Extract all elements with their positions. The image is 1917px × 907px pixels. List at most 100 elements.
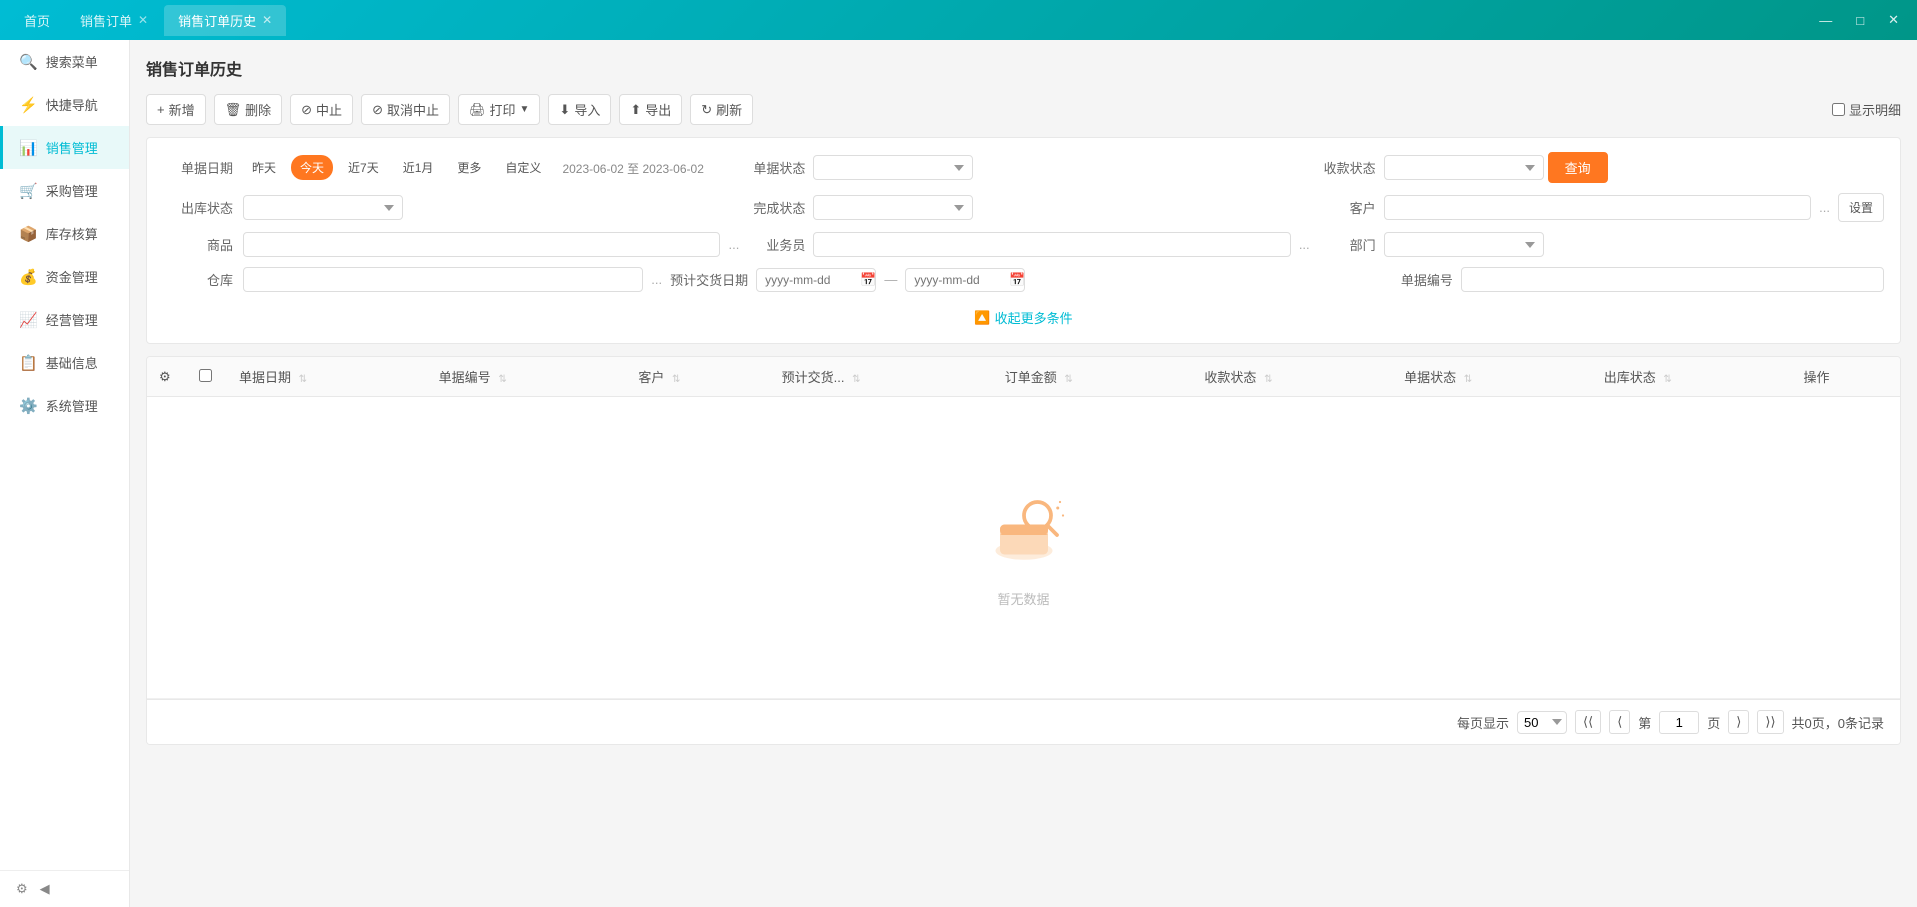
export-label: 导出 — [645, 100, 671, 119]
sidebar-item-label-sales-mgmt: 销售管理 — [46, 138, 98, 157]
calendar-icon-end[interactable]: 📅 — [1009, 272, 1025, 288]
product-dots[interactable]: ... — [724, 237, 743, 252]
collapse-label: 收起更多条件 — [995, 308, 1073, 327]
sidebar-collapse-icon[interactable]: ◀ — [40, 881, 50, 897]
date-btn-today[interactable]: 今天 — [291, 155, 333, 180]
prev-page-btn[interactable]: ⟨ — [1609, 710, 1630, 734]
col-order-status[interactable]: 单据状态 ⇅ — [1392, 357, 1592, 397]
last-page-btn[interactable]: ⟩⟩ — [1757, 710, 1783, 734]
sidebar-item-label-base-info: 基础信息 — [46, 353, 98, 372]
sidebar-item-search-menu[interactable]: 🔍 搜索菜单 — [0, 40, 129, 83]
col-amount[interactable]: 订单金额 ⇅ — [993, 357, 1193, 397]
date-btn-custom[interactable]: 自定义 — [496, 155, 550, 180]
sidebar-item-base-info[interactable]: 📋 基础信息 — [0, 341, 129, 384]
collapse-bar[interactable]: 🔼 收起更多条件 — [163, 302, 1884, 329]
delete-button[interactable]: 🗑 删除 — [214, 94, 283, 125]
sidebar-item-sales-mgmt[interactable]: 📊 销售管理 — [0, 126, 129, 169]
show-details-checkbox[interactable] — [1832, 103, 1845, 116]
filter-row-2: 出库状态 完成状态 客户 ... 设置 — [163, 193, 1884, 222]
import-label: 导入 — [574, 100, 600, 119]
col-date-label: 单据日期 — [239, 370, 291, 385]
query-button[interactable]: 查询 — [1548, 152, 1608, 183]
empty-cell: 暂无数据 — [147, 397, 1900, 699]
date-btn-more[interactable]: 更多 — [448, 155, 490, 180]
main-layout: 🔍 搜索菜单 ⚡ 快捷导航 📊 销售管理 🛒 采购管理 📦 库存核算 💰 资金管… — [0, 40, 1917, 907]
sidebar-item-quick-nav[interactable]: ⚡ 快捷导航 — [0, 83, 129, 126]
col-expected-delivery[interactable]: 预计交货... ⇅ — [770, 357, 993, 397]
new-button[interactable]: + 新增 — [146, 94, 206, 125]
print-button[interactable]: 🖨 打印 ▼ — [458, 94, 540, 125]
sidebar-item-inventory[interactable]: 📦 库存核算 — [0, 212, 129, 255]
tab-sales-order-label: 销售订单 — [80, 11, 132, 30]
stop-button[interactable]: ⊘ 中止 — [290, 94, 353, 125]
collapse-up-icon: 🔼 — [974, 310, 990, 326]
export-button[interactable]: ⬆ 导出 — [619, 94, 682, 125]
warehouse-group: ... — [243, 267, 666, 292]
first-page-btn[interactable]: ⟨⟨ — [1575, 710, 1601, 734]
page-size-select[interactable]: 50 10 20 100 — [1517, 711, 1567, 734]
salesperson-dots[interactable]: ... — [1295, 237, 1314, 252]
cancel-stop-button[interactable]: ⊘ 取消中止 — [361, 94, 450, 125]
refresh-button[interactable]: ↻ 刷新 — [690, 94, 753, 125]
current-page-input[interactable] — [1659, 711, 1699, 734]
col-amount-label: 订单金额 — [1005, 370, 1057, 385]
order-status-select[interactable] — [813, 155, 973, 180]
select-all-checkbox[interactable] — [199, 369, 212, 382]
sidebar-item-finance[interactable]: 💰 资金管理 — [0, 255, 129, 298]
order-number-input[interactable] — [1461, 267, 1884, 292]
col-customer[interactable]: 客户 ⇅ — [626, 357, 769, 397]
col-customer-label: 客户 — [638, 370, 664, 385]
import-button[interactable]: ⬇ 导入 — [548, 94, 611, 125]
window-max-btn[interactable]: □ — [1848, 9, 1872, 32]
sidebar-item-operations[interactable]: 📈 经营管理 — [0, 298, 129, 341]
payment-status-select[interactable] — [1384, 155, 1544, 180]
col-date[interactable]: 单据日期 ⇅ — [227, 357, 427, 397]
col-delivery-status[interactable]: 出库状态 ⇅ — [1592, 357, 1792, 397]
sidebar-item-sys-mgmt[interactable]: ⚙️ 系统管理 — [0, 384, 129, 427]
product-group: ... — [243, 232, 743, 257]
settings-button[interactable]: 设置 — [1838, 193, 1884, 222]
tab-home[interactable]: 首页 — [10, 5, 64, 36]
col-number[interactable]: 单据编号 ⇅ — [427, 357, 627, 397]
complete-status-select[interactable] — [813, 195, 973, 220]
date-btn-last1m[interactable]: 近1月 — [394, 155, 443, 180]
window-close-btn[interactable]: ✕ — [1880, 8, 1907, 32]
tab-sales-order-close[interactable]: ✕ — [138, 13, 148, 27]
tab-sales-order-history-close[interactable]: ✕ — [262, 13, 272, 27]
order-number-group — [1461, 267, 1884, 292]
department-label: 部门 — [1314, 235, 1384, 254]
tab-sales-order-history[interactable]: 销售订单历史 ✕ — [164, 5, 286, 36]
expected-delivery-start[interactable] — [756, 268, 876, 292]
top-bar: 首页 销售订单 ✕ 销售订单历史 ✕ — □ ✕ — [0, 0, 1917, 40]
new-icon: + — [157, 102, 165, 117]
table-settings-icon[interactable]: ⚙ — [159, 369, 171, 384]
date-btn-last7[interactable]: 近7天 — [339, 155, 388, 180]
payment-status-group: 查询 — [1384, 152, 1884, 183]
show-details-label: 显示明细 — [1849, 100, 1901, 119]
warehouse-dots[interactable]: ... — [647, 272, 666, 287]
customer-input[interactable] — [1384, 195, 1811, 220]
sidebar-settings-icon[interactable]: ⚙ — [16, 881, 28, 897]
finance-icon: 💰 — [19, 268, 38, 286]
col-customer-sort: ⇅ — [672, 374, 680, 385]
sidebar-item-purchase-mgmt[interactable]: 🛒 采购管理 — [0, 169, 129, 212]
date-btn-yesterday[interactable]: 昨天 — [243, 155, 285, 180]
empty-state: 暂无数据 — [159, 407, 1888, 688]
delivery-status-select[interactable] — [243, 195, 403, 220]
calendar-icon-start[interactable]: 📅 — [860, 272, 876, 288]
tab-sales-order[interactable]: 销售订单 ✕ — [66, 5, 162, 36]
delivery-status-label: 出库状态 — [163, 198, 243, 217]
warehouse-input[interactable] — [243, 267, 643, 292]
next-page-btn[interactable]: ⟩ — [1728, 710, 1749, 734]
col-expected-delivery-label: 预计交货... — [782, 370, 845, 385]
show-details-toggle[interactable]: 显示明细 — [1832, 100, 1901, 119]
col-payment-status[interactable]: 收款状态 ⇅ — [1192, 357, 1392, 397]
salesperson-input[interactable] — [813, 232, 1290, 257]
department-select[interactable] — [1384, 232, 1544, 257]
col-order-status-label: 单据状态 — [1404, 370, 1456, 385]
col-number-sort: ⇅ — [498, 374, 506, 385]
customer-dots[interactable]: ... — [1815, 200, 1834, 215]
expected-delivery-end[interactable] — [905, 268, 1025, 292]
window-min-btn[interactable]: — — [1811, 9, 1840, 32]
product-input[interactable] — [243, 232, 720, 257]
